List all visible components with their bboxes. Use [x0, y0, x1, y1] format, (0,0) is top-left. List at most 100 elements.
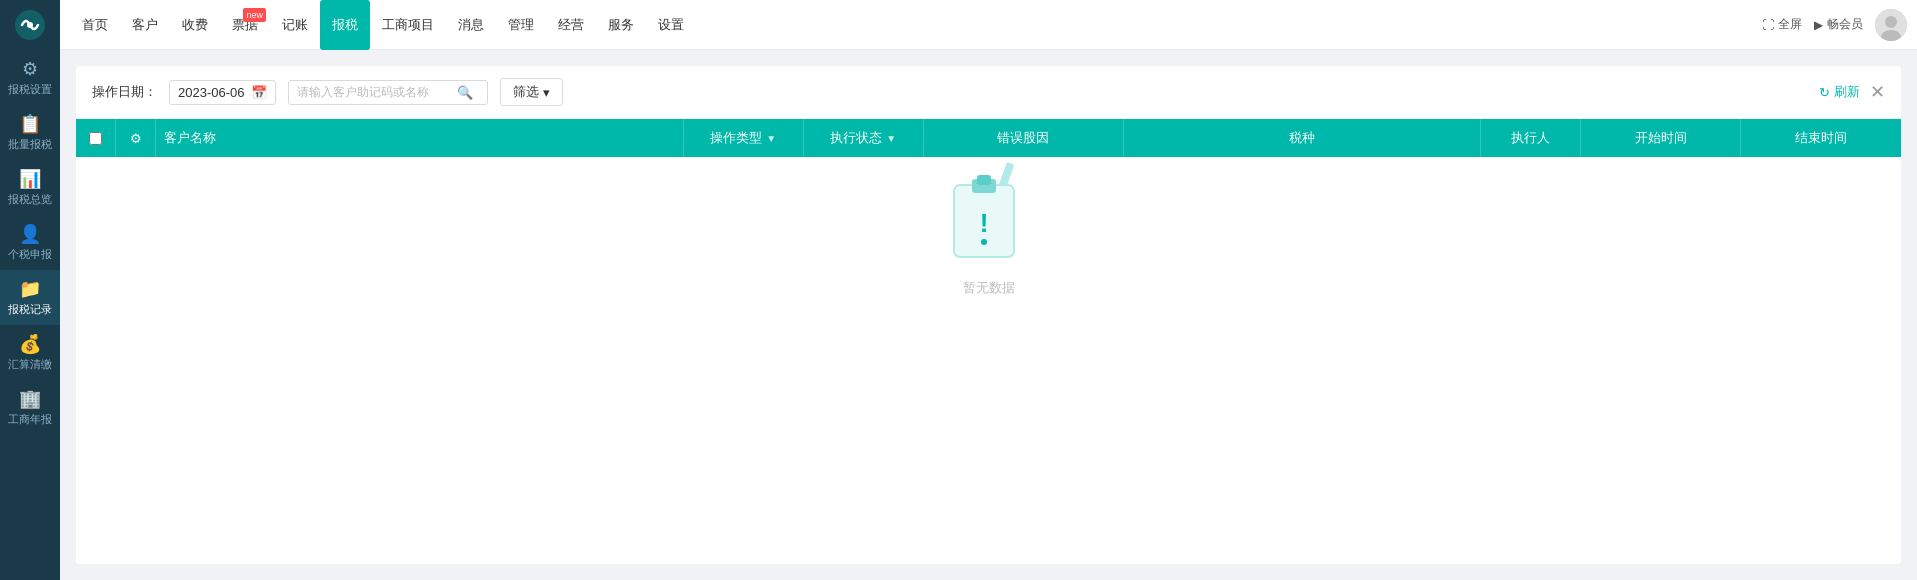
tax-record-label: 报税记录 — [8, 302, 52, 317]
topnav-right: ⛶ 全屏 ▶ 畅会员 — [1762, 9, 1907, 41]
settlement-label: 汇算清缴 — [8, 357, 52, 372]
date-picker[interactable]: 2023-06-06 📅 — [169, 80, 276, 105]
th-exec-status[interactable]: 执行状态 ▼ — [804, 119, 924, 157]
th-error: 错误股因 — [924, 119, 1124, 157]
th-op-type-label: 操作类型 — [710, 129, 762, 147]
tax-settings-icon: ⚙ — [22, 58, 38, 80]
member-button[interactable]: ▶ 畅会员 — [1814, 16, 1863, 33]
refresh-button[interactable]: ↻ 刷新 — [1819, 83, 1860, 101]
topnav-item-services[interactable]: 服务 — [596, 0, 646, 50]
personal-tax-label: 个税申报 — [8, 247, 52, 262]
settlement-icon: 💰 — [19, 333, 41, 355]
customers-label: 客户 — [132, 16, 158, 34]
tax-label: 报税 — [332, 16, 358, 34]
th-error-label: 错误股因 — [997, 129, 1049, 147]
svg-text:!: ! — [979, 208, 988, 238]
play-icon: ▶ — [1814, 18, 1823, 32]
home-label: 首页 — [82, 16, 108, 34]
content-card: 操作日期： 2023-06-06 📅 🔍 筛选 ▾ ↻ 刷新 — [76, 66, 1901, 564]
sidebar: ⚙ 报税设置 📋 批量报税 📊 报税总览 👤 个税申报 📁 报税记录 💰 汇算清缴 🏢 工商年报 — [0, 0, 60, 580]
search-input[interactable] — [297, 85, 457, 99]
date-value: 2023-06-06 — [178, 85, 245, 100]
settings-icon: ⚙ — [130, 131, 142, 146]
annual-report-label: 工商年报 — [8, 412, 52, 427]
member-label: 畅会员 — [1827, 16, 1863, 33]
th-customer-label: 客户名称 — [164, 129, 216, 147]
topnav-item-accounts[interactable]: 记账 — [270, 0, 320, 50]
th-checkbox[interactable] — [76, 119, 116, 157]
topnav-item-operations[interactable]: 经营 — [546, 0, 596, 50]
search-box: 🔍 — [288, 80, 488, 105]
accounts-label: 记账 — [282, 16, 308, 34]
topnav-item-settings[interactable]: 设置 — [646, 0, 696, 50]
annual-report-icon: 🏢 — [19, 388, 41, 410]
tax-overview-icon: 📊 — [19, 168, 41, 190]
th-tax: 税种 — [1124, 119, 1481, 157]
avatar[interactable] — [1875, 9, 1907, 41]
table-header: ⚙ 客户名称 操作类型 ▼ 执行状态 ▼ 错误股因 税种 — [76, 119, 1901, 157]
sidebar-item-settlement[interactable]: 💰 汇算清缴 — [0, 325, 60, 380]
topnav-item-billing[interactable]: 收费 — [170, 0, 220, 50]
th-op-type[interactable]: 操作类型 ▼ — [684, 119, 804, 157]
svg-point-3 — [1885, 16, 1897, 28]
batch-tax-label: 批量报税 — [8, 137, 52, 152]
personal-tax-icon: 👤 — [19, 223, 41, 245]
topnav-item-business[interactable]: 工商项目 — [370, 0, 446, 50]
topnav-item-management[interactable]: 管理 — [496, 0, 546, 50]
sidebar-item-tax-record[interactable]: 📁 报税记录 — [0, 270, 60, 325]
toolbar-right: ↻ 刷新 ✕ — [1819, 83, 1885, 101]
fullscreen-label: 全屏 — [1778, 16, 1802, 33]
empty-state: ! 暂无数据 — [76, 157, 1901, 297]
filter-label: 筛选 — [513, 83, 539, 101]
th-tax-label: 税种 — [1289, 129, 1315, 147]
svg-point-11 — [981, 239, 987, 245]
svg-rect-9 — [977, 175, 991, 185]
filter-exec-status-icon: ▼ — [886, 133, 896, 144]
tax-settings-label: 报税设置 — [8, 82, 52, 97]
th-end-time: 结束时间 — [1741, 119, 1901, 157]
batch-tax-icon: 📋 — [19, 113, 41, 135]
th-start-time-label: 开始时间 — [1635, 129, 1687, 147]
content-area: 操作日期： 2023-06-06 📅 🔍 筛选 ▾ ↻ 刷新 — [60, 50, 1917, 580]
topnav-item-home[interactable]: 首页 — [70, 0, 120, 50]
tax-record-icon: 📁 — [19, 278, 41, 300]
th-settings[interactable]: ⚙ — [116, 119, 156, 157]
settings-label: 设置 — [658, 16, 684, 34]
close-button[interactable]: ✕ — [1870, 83, 1885, 101]
empty-text: 暂无数据 — [963, 279, 1015, 297]
main-area: 首页 客户 收费票据new 记账 报税工商项目消息管理经营 服务 设置 ⛶ 全屏 ▶ 畅会员 — [60, 0, 1917, 580]
th-start-time: 开始时间 — [1581, 119, 1741, 157]
topnav-item-messages[interactable]: 消息 — [446, 0, 496, 50]
sidebar-item-annual-report[interactable]: 🏢 工商年报 — [0, 380, 60, 435]
services-label: 服务 — [608, 16, 634, 34]
fullscreen-button[interactable]: ⛶ 全屏 — [1762, 16, 1802, 33]
sidebar-logo — [0, 0, 60, 50]
sidebar-item-tax-overview[interactable]: 📊 报税总览 — [0, 160, 60, 215]
operations-label: 经营 — [558, 16, 584, 34]
empty-illustration: ! — [939, 157, 1039, 267]
toolbar: 操作日期： 2023-06-06 📅 🔍 筛选 ▾ ↻ 刷新 — [76, 66, 1901, 119]
table-body: ! 暂无数据 — [76, 157, 1901, 564]
topnav-item-tax[interactable]: 报税 — [320, 0, 370, 50]
invoice-badge: new — [243, 8, 266, 22]
th-customer: 客户名称 — [156, 119, 684, 157]
fullscreen-icon: ⛶ — [1762, 18, 1774, 32]
billing-label: 收费 — [182, 16, 208, 34]
sidebar-item-personal-tax[interactable]: 👤 个税申报 — [0, 215, 60, 270]
date-label: 操作日期： — [92, 83, 157, 101]
topnav-item-customers[interactable]: 客户 — [120, 0, 170, 50]
select-all-checkbox[interactable] — [89, 132, 102, 145]
refresh-icon: ↻ — [1819, 85, 1830, 100]
th-executor-label: 执行人 — [1511, 129, 1550, 147]
sidebar-item-tax-settings[interactable]: ⚙ 报税设置 — [0, 50, 60, 105]
sidebar-item-batch-tax[interactable]: 📋 批量报税 — [0, 105, 60, 160]
calendar-icon: 📅 — [251, 85, 267, 100]
filter-button[interactable]: 筛选 ▾ — [500, 78, 563, 106]
tax-overview-label: 报税总览 — [8, 192, 52, 207]
topnav-item-invoice[interactable]: 票据new — [220, 0, 270, 50]
th-exec-status-label: 执行状态 — [830, 129, 882, 147]
chevron-down-icon: ▾ — [543, 85, 550, 100]
th-executor: 执行人 — [1481, 119, 1581, 157]
filter-op-type-icon: ▼ — [766, 133, 776, 144]
refresh-label: 刷新 — [1834, 83, 1860, 101]
